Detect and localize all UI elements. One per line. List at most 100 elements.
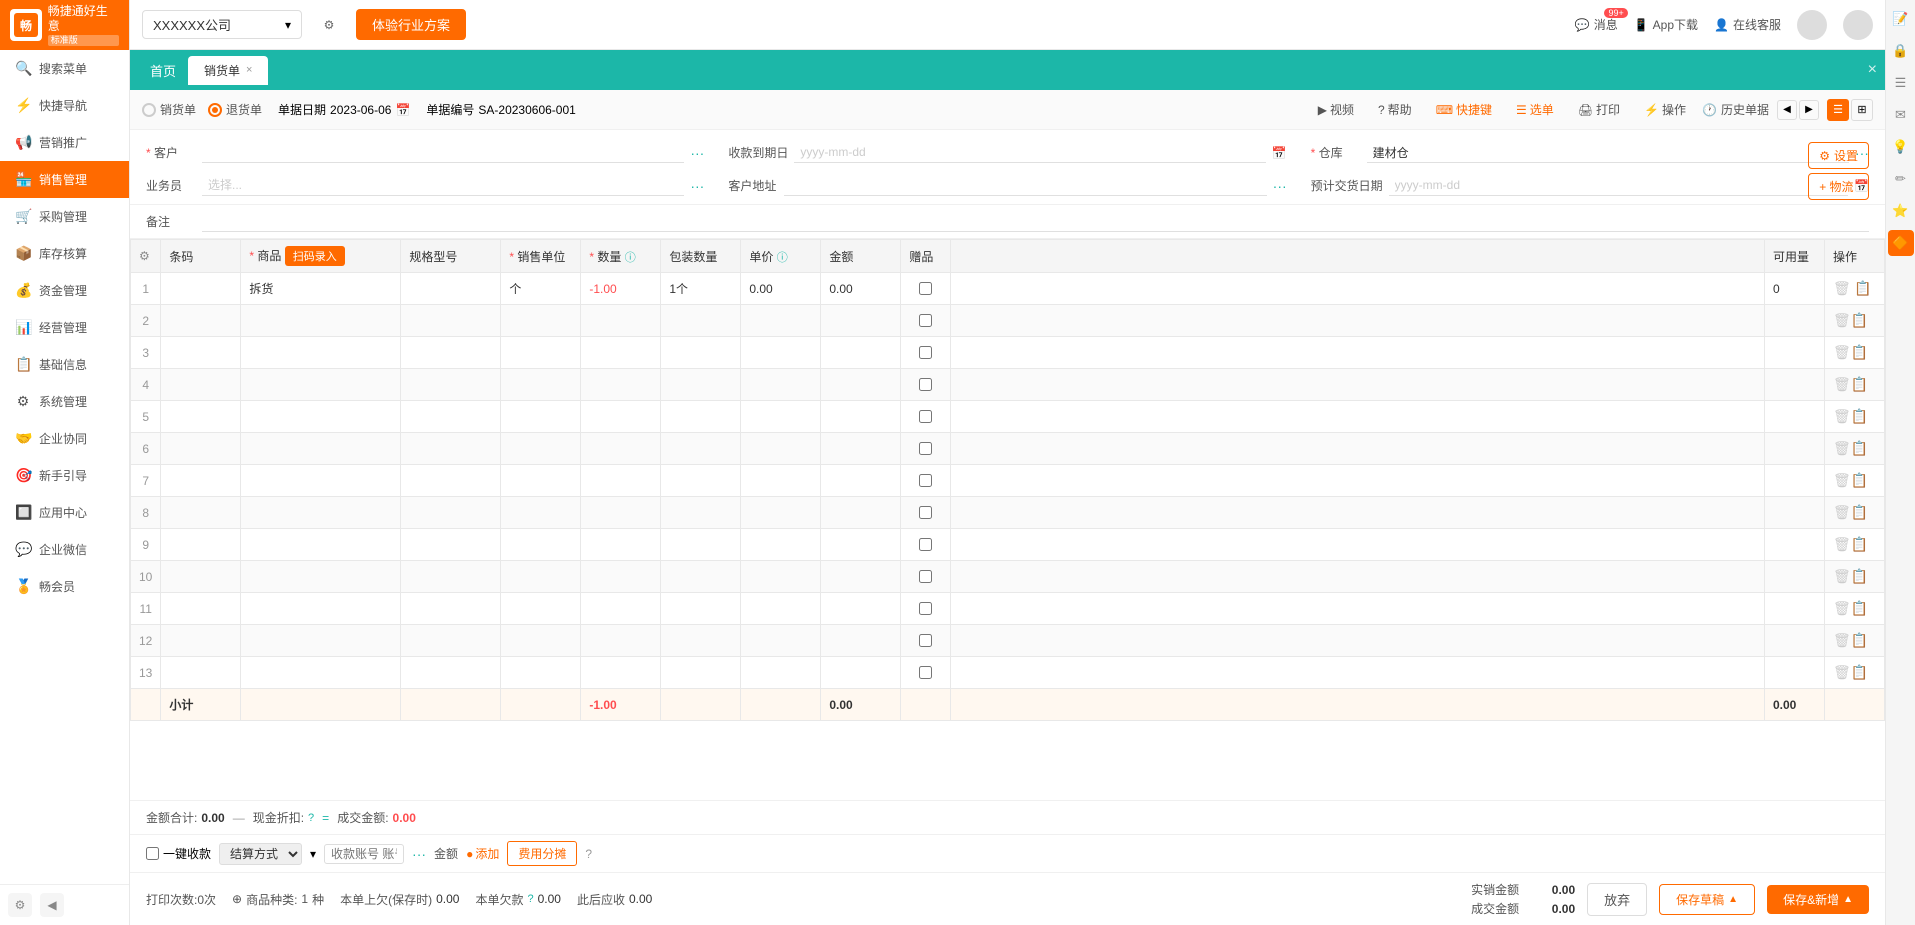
video-btn[interactable]: ▶ 视频	[1310, 98, 1362, 121]
one-click-checkbox[interactable]	[146, 847, 159, 860]
message-action[interactable]: 💬 消息 99+	[1575, 16, 1618, 33]
sidebar-item-operations[interactable]: 📊 经营管理	[0, 309, 129, 346]
save-new-button[interactable]: 保存&新增 ▲	[1767, 885, 1869, 914]
sidebar-item-system[interactable]: ⚙ 系统管理	[0, 383, 129, 420]
rs-pen-icon[interactable]: ✏	[1888, 166, 1914, 192]
customer-input[interactable]	[202, 142, 684, 163]
sidebar-item-enterprise[interactable]: 🤝 企业协同	[0, 420, 129, 457]
draft-button[interactable]: 保存草稿 ▲	[1659, 884, 1755, 915]
payment-method-select[interactable]: 结算方式	[219, 843, 302, 865]
rs-bulb-icon[interactable]: 💡	[1888, 134, 1914, 160]
sidebar-item-guide[interactable]: 🎯 新手引导	[0, 457, 129, 494]
delete-icon[interactable]: 🗑	[1833, 312, 1851, 328]
history-btn[interactable]: 🕐 历史单据	[1702, 101, 1769, 118]
tab-sales-order[interactable]: 销货单 ×	[188, 56, 268, 85]
account-dots[interactable]: ···	[412, 846, 426, 862]
nav-next[interactable]: ▶	[1799, 100, 1819, 120]
rs-star-icon[interactable]: ⭐	[1888, 198, 1914, 224]
rs-orange-icon[interactable]: 🔶	[1888, 230, 1914, 256]
delete-icon[interactable]: 🗑	[1833, 472, 1851, 488]
trial-button[interactable]: 体验行业方案	[356, 9, 466, 40]
rs-edit-icon[interactable]: 📝	[1888, 6, 1914, 32]
add-payment-btn[interactable]: ● 添加	[466, 845, 499, 862]
tab-home[interactable]: 首页	[138, 55, 188, 86]
settings-button[interactable]: ⚙ 设置	[1808, 142, 1869, 169]
delete-icon[interactable]: 🗑	[1833, 536, 1851, 552]
operation-btn[interactable]: ⚡ 操作	[1636, 98, 1694, 121]
delete-icon[interactable]: 🗑	[1833, 632, 1851, 648]
delete-icon[interactable]: 🗑	[1833, 664, 1851, 680]
scan-button[interactable]: 扫码录入	[285, 246, 345, 266]
sidebar-item-wechat[interactable]: 💬 企业微信	[0, 531, 129, 568]
copy-icon[interactable]: 📋	[1851, 568, 1868, 584]
copy-icon[interactable]: 📋	[1851, 344, 1868, 360]
sidebar-item-basic[interactable]: 📋 基础信息	[0, 346, 129, 383]
discard-button[interactable]: 放弃	[1587, 883, 1647, 916]
gear-button[interactable]: ⚙	[314, 10, 344, 40]
settings-bottom-icon[interactable]: ⚙	[8, 893, 32, 917]
payment-account-input[interactable]	[324, 844, 404, 864]
sidebar-item-sales[interactable]: 🏪 销售管理	[0, 161, 129, 198]
overdue-info[interactable]: ?	[528, 893, 534, 905]
collapse-icon[interactable]: ◀	[40, 893, 64, 917]
delete-icon[interactable]: 🗑	[1833, 376, 1851, 392]
sidebar-item-purchase[interactable]: 🛒 采购管理	[0, 198, 129, 235]
sidebar-item-member[interactable]: 🏅 畅会员	[0, 568, 129, 605]
sidebar-item-marketing[interactable]: 📢 营销推广	[0, 124, 129, 161]
choose-btn[interactable]: ☰ 选单	[1508, 98, 1562, 121]
cell-amount[interactable]: 0.00	[821, 273, 901, 305]
tab-close-icon[interactable]: ×	[246, 64, 252, 76]
radio-sales[interactable]: 销货单	[142, 101, 196, 118]
th-settings[interactable]: ⚙	[131, 240, 161, 273]
copy-icon[interactable]: 📋	[1851, 632, 1868, 648]
copy-icon[interactable]: 📋	[1851, 664, 1868, 680]
rs-mail-icon[interactable]: ✉	[1888, 102, 1914, 128]
copy-icon[interactable]: 📋	[1851, 376, 1868, 392]
discount-info-icon[interactable]: ?	[308, 812, 314, 824]
company-select[interactable]: XXXXXX公司 ▾	[142, 10, 302, 39]
copy-icon[interactable]: 📋	[1851, 504, 1868, 520]
rs-lock-icon[interactable]: 🔒	[1888, 38, 1914, 64]
cost-split-btn[interactable]: 费用分摊	[507, 841, 577, 866]
delete-icon[interactable]: 🗑	[1833, 344, 1851, 360]
cell-pkgqty[interactable]: 1个	[661, 273, 741, 305]
calendar-icon[interactable]: 📅	[395, 103, 410, 117]
expected-date-input[interactable]	[1389, 175, 1848, 196]
app-download-action[interactable]: 📱 App下载	[1634, 16, 1698, 33]
delete-icon[interactable]: 🗑	[1833, 600, 1851, 616]
logistics-button[interactable]: + 物流	[1808, 173, 1869, 200]
customer-addr-input[interactable]	[784, 175, 1266, 196]
tab-close-all[interactable]: ×	[1868, 61, 1877, 79]
rs-list-icon[interactable]: ☰	[1888, 70, 1914, 96]
copy-icon[interactable]: 📋	[1851, 536, 1868, 552]
view-grid[interactable]: ⊞	[1851, 99, 1873, 121]
delete-icon[interactable]: 🗑	[1833, 408, 1851, 424]
copy-icon[interactable]: 📋	[1854, 280, 1871, 296]
copy-icon[interactable]: 📋	[1851, 312, 1868, 328]
help-btn[interactable]: ? 帮助	[1370, 98, 1420, 121]
sidebar-item-finance[interactable]: 💰 资金管理	[0, 272, 129, 309]
sidebar-item-inventory[interactable]: 📦 库存核算	[0, 235, 129, 272]
print-btn[interactable]: 🖨 打印	[1570, 98, 1628, 121]
shortcut-btn[interactable]: ⌨ 快捷键	[1428, 98, 1500, 121]
one-click-payment[interactable]: 一键收款	[146, 845, 211, 862]
copy-icon[interactable]: 📋	[1851, 472, 1868, 488]
cell-barcode[interactable]	[161, 273, 241, 305]
online-service-action[interactable]: 👤 在线客服	[1714, 16, 1781, 33]
payment-date-input[interactable]	[794, 142, 1265, 163]
payment-help-icon[interactable]: ?	[585, 847, 592, 861]
nav-prev[interactable]: ◀	[1777, 100, 1797, 120]
salesperson-dots[interactable]: ···	[690, 178, 704, 194]
goods-type[interactable]: ⊕ 商品种类: 1 种	[232, 891, 324, 908]
delete-icon[interactable]: 🗑	[1833, 280, 1851, 296]
remark-input[interactable]	[202, 211, 1869, 232]
delete-icon[interactable]: 🗑	[1833, 568, 1851, 584]
sidebar-item-appstore[interactable]: 🔲 应用中心	[0, 494, 129, 531]
delete-icon[interactable]: 🗑	[1833, 504, 1851, 520]
cell-goods[interactable]: 拆货	[241, 273, 401, 305]
user-avatar[interactable]	[1797, 10, 1827, 40]
copy-icon[interactable]: 📋	[1851, 600, 1868, 616]
payment-calendar-icon[interactable]: 📅	[1272, 146, 1287, 160]
cell-price[interactable]: 0.00	[741, 273, 821, 305]
cell-qty[interactable]: -1.00	[581, 273, 661, 305]
